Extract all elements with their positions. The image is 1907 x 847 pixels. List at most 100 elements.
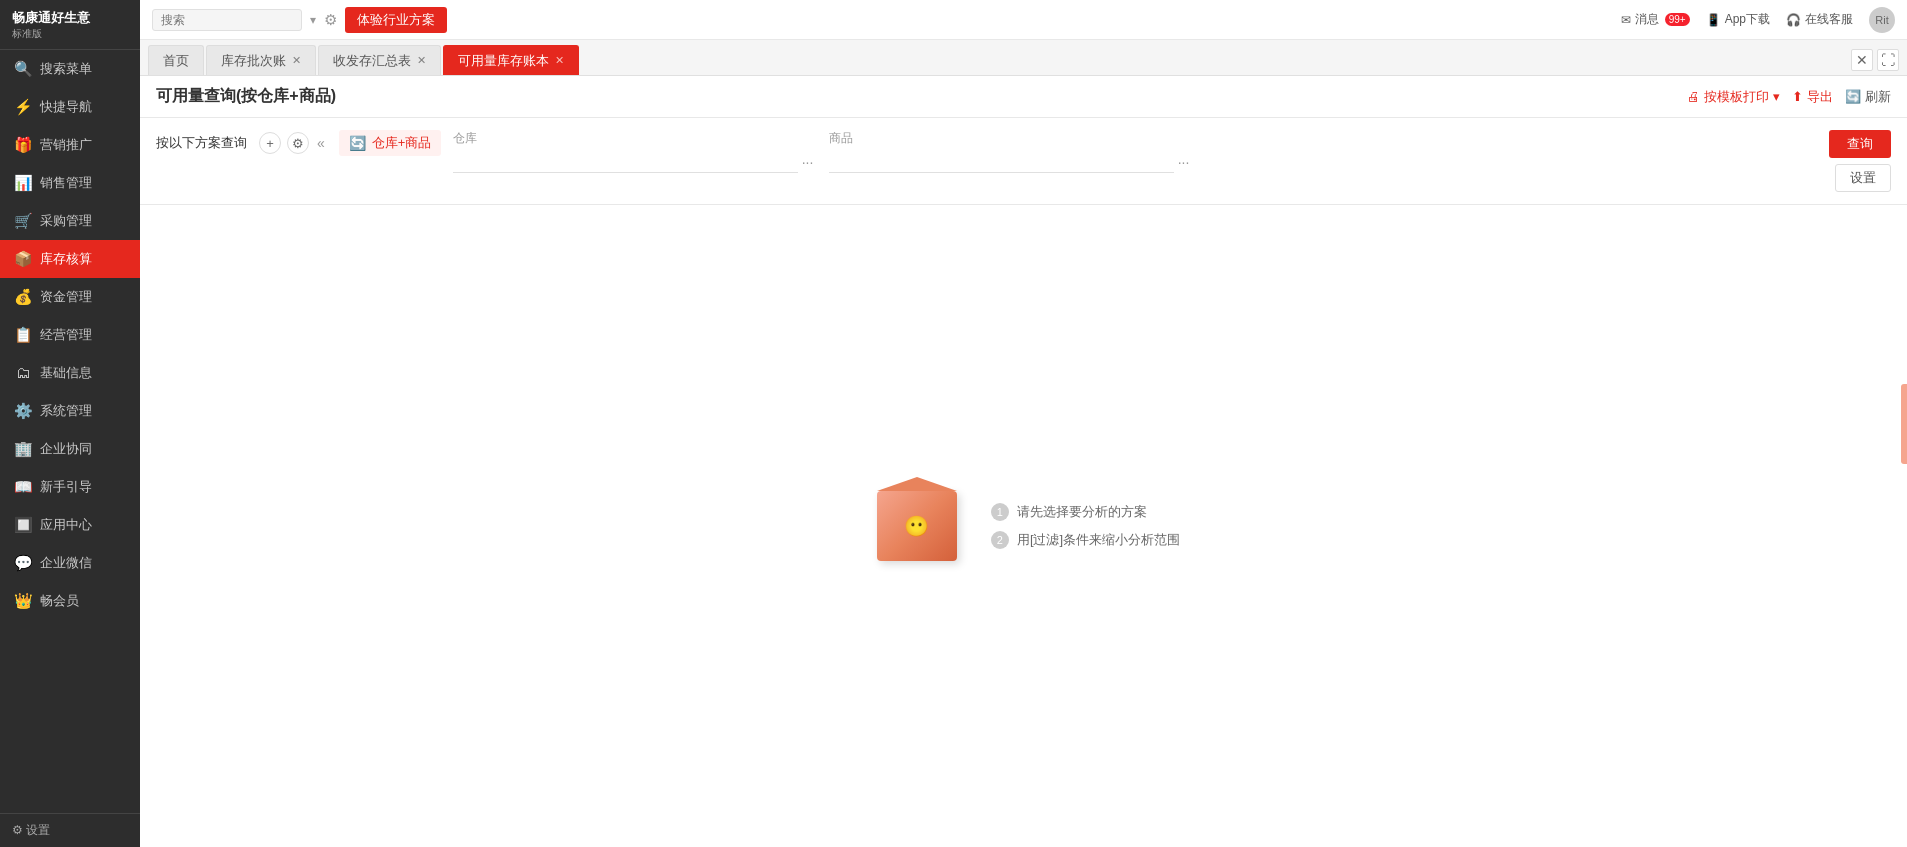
warehouse-input[interactable] (453, 151, 797, 173)
sidebar-label-operation: 经营管理 (40, 326, 92, 344)
sidebar-item-purchase[interactable]: 🛒 采购管理 (0, 202, 140, 240)
sidebar-icon-vip: 👑 (14, 592, 32, 610)
sidebar-item-quick-nav[interactable]: ⚡ 快捷导航 (0, 88, 140, 126)
topbar-dropdown-icon[interactable]: ▾ (310, 13, 316, 27)
scheme-label: 仓库+商品 (372, 134, 432, 152)
warehouse-more-button[interactable]: ··· (802, 154, 814, 170)
sidebar-bottom[interactable]: ⚙ 设置 (0, 813, 140, 847)
tab-home[interactable]: 首页 (148, 45, 204, 75)
tab-collection-summary-label: 收发存汇总表 (333, 52, 411, 70)
app-download-button[interactable]: 📱 App下载 (1706, 11, 1770, 28)
sidebar-item-apps[interactable]: 🔲 应用中心 (0, 506, 140, 544)
sidebar-item-marketing[interactable]: 🎁 营销推广 (0, 126, 140, 164)
sidebar-item-guide[interactable]: 📖 新手引导 (0, 468, 140, 506)
sidebar-label-search: 搜索菜单 (40, 60, 92, 78)
sidebar-item-search[interactable]: 🔍 搜索菜单 (0, 50, 140, 88)
hint-number-1: 1 (991, 503, 1009, 521)
username-display: Rit (1875, 14, 1888, 26)
tab-available-stock[interactable]: 可用量库存账本 ✕ (443, 45, 579, 75)
empty-box-face-icon: 😶 (904, 514, 929, 538)
filter-label: 按以下方案查询 (156, 130, 247, 152)
edit-scheme-button[interactable]: ⚙ (287, 132, 309, 154)
sidebar-label-enterprise: 企业协同 (40, 440, 92, 458)
page-header: 可用量查询(按仓库+商品) 🖨 按模板打印 ▾ ⬆ 导出 🔄 刷新 (140, 76, 1907, 118)
export-icon: ⬆ (1792, 89, 1803, 104)
empty-hint-1: 1 请先选择要分析的方案 (991, 503, 1180, 521)
sidebar-item-basic[interactable]: 🗂 基础信息 (0, 354, 140, 392)
empty-text: 1 请先选择要分析的方案 2 用[过滤]条件来缩小分析范围 (991, 503, 1180, 549)
sidebar-label-marketing: 营销推广 (40, 136, 92, 154)
sidebar-label-finance: 资金管理 (40, 288, 92, 306)
sidebar-scroll: 🔍 搜索菜单 ⚡ 快捷导航 🎁 营销推广 📊 销售管理 🛒 采购管理 📦 库存核… (0, 50, 140, 813)
topbar-search-input[interactable] (152, 9, 302, 31)
filter-field-product: 商品 ··· (829, 130, 1189, 173)
sidebar-label-wechat: 企业微信 (40, 554, 92, 572)
product-more-button[interactable]: ··· (1178, 154, 1190, 170)
print-template-button[interactable]: 🖨 按模板打印 ▾ (1687, 88, 1780, 106)
industry-solution-button[interactable]: 体验行业方案 (345, 7, 447, 33)
refresh-button[interactable]: 🔄 刷新 (1845, 88, 1891, 106)
sidebar-label-basic: 基础信息 (40, 364, 92, 382)
tab-batch-ledger-label: 库存批次账 (221, 52, 286, 70)
scheme-icon: 🔄 (349, 135, 366, 151)
tab-batch-ledger-close[interactable]: ✕ (292, 54, 301, 67)
topbar-gear-icon[interactable]: ⚙ (324, 11, 337, 29)
query-btn-area: 查询 设置 (1829, 130, 1891, 192)
messages-button[interactable]: ✉ 消息 99+ (1621, 11, 1690, 28)
online-service-button[interactable]: 🎧 在线客服 (1786, 11, 1853, 28)
sidebar-label-guide: 新手引导 (40, 478, 92, 496)
empty-box-graphic: 😶 (877, 491, 957, 561)
export-button[interactable]: ⬆ 导出 (1792, 88, 1833, 106)
settings-button[interactable]: 设置 (1835, 164, 1891, 192)
main-area: ▾ ⚙ 体验行业方案 ✉ 消息 99+ 📱 App下载 🎧 在线客服 Rit (140, 0, 1907, 847)
fullscreen-tab-control[interactable]: ⛶ (1877, 49, 1899, 71)
filter-area: 按以下方案查询 + ⚙ « 🔄 仓库+商品 仓库 ··· (140, 118, 1907, 205)
export-label: 导出 (1807, 88, 1833, 106)
product-input[interactable] (829, 151, 1173, 173)
headset-icon: 🎧 (1786, 13, 1801, 27)
sidebar-item-enterprise[interactable]: 🏢 企业协同 (0, 430, 140, 468)
topbar: ▾ ⚙ 体验行业方案 ✉ 消息 99+ 📱 App下载 🎧 在线客服 Rit (140, 0, 1907, 40)
sidebar-icon-sales: 📊 (14, 174, 32, 192)
filter-fields: 仓库 ··· 商品 ··· (453, 130, 1817, 173)
sidebar-item-sales[interactable]: 📊 销售管理 (0, 164, 140, 202)
right-scroll-indicator[interactable] (1901, 384, 1907, 464)
tab-home-label: 首页 (163, 52, 189, 70)
sidebar-icon-inventory: 📦 (14, 250, 32, 268)
messages-label: 消息 (1635, 11, 1659, 28)
sidebar-item-finance[interactable]: 💰 资金管理 (0, 278, 140, 316)
hint-text-1: 请先选择要分析的方案 (1017, 503, 1147, 521)
sidebar-label-purchase: 采购管理 (40, 212, 92, 230)
query-button[interactable]: 查询 (1829, 130, 1891, 158)
filter-scheme-item-warehouse-product[interactable]: 🔄 仓库+商品 (339, 130, 442, 156)
tab-batch-ledger[interactable]: 库存批次账 ✕ (206, 45, 316, 75)
message-icon: ✉ (1621, 13, 1631, 27)
add-scheme-button[interactable]: + (259, 132, 281, 154)
sidebar-item-system[interactable]: ⚙️ 系统管理 (0, 392, 140, 430)
tab-available-stock-close[interactable]: ✕ (555, 54, 564, 67)
sidebar-item-inventory[interactable]: 📦 库存核算 (0, 240, 140, 278)
sidebar-icon-purchase: 🛒 (14, 212, 32, 230)
sidebar-label-quick-nav: 快捷导航 (40, 98, 92, 116)
close-tab-control[interactable]: ✕ (1851, 49, 1873, 71)
sidebar-icon-basic: 🗂 (14, 364, 32, 381)
tab-collection-summary-close[interactable]: ✕ (417, 54, 426, 67)
collapse-filter-button[interactable]: « (315, 133, 327, 153)
sidebar-item-wechat[interactable]: 💬 企业微信 (0, 544, 140, 582)
filter-field-warehouse: 仓库 ··· (453, 130, 813, 173)
sidebar-logo: 畅康通好生意 标准版 (0, 0, 140, 50)
print-label: 按模板打印 (1704, 88, 1769, 106)
print-dropdown-icon[interactable]: ▾ (1773, 89, 1780, 104)
empty-hint-2: 2 用[过滤]条件来缩小分析范围 (991, 531, 1180, 549)
sidebar-label-inventory: 库存核算 (40, 250, 92, 268)
tab-collection-summary[interactable]: 收发存汇总表 ✕ (318, 45, 441, 75)
user-avatar[interactable]: Rit (1869, 7, 1895, 33)
product-label: 商品 (829, 130, 1189, 147)
sidebar-icon-apps: 🔲 (14, 516, 32, 534)
sidebar-label-sales: 销售管理 (40, 174, 92, 192)
sidebar-item-vip[interactable]: 👑 畅会员 (0, 582, 140, 620)
sidebar-icon-system: ⚙️ (14, 402, 32, 420)
tabs-right-controls: ✕ ⛶ (1851, 49, 1899, 75)
refresh-label: 刷新 (1865, 88, 1891, 106)
sidebar-item-operation[interactable]: 📋 经营管理 (0, 316, 140, 354)
